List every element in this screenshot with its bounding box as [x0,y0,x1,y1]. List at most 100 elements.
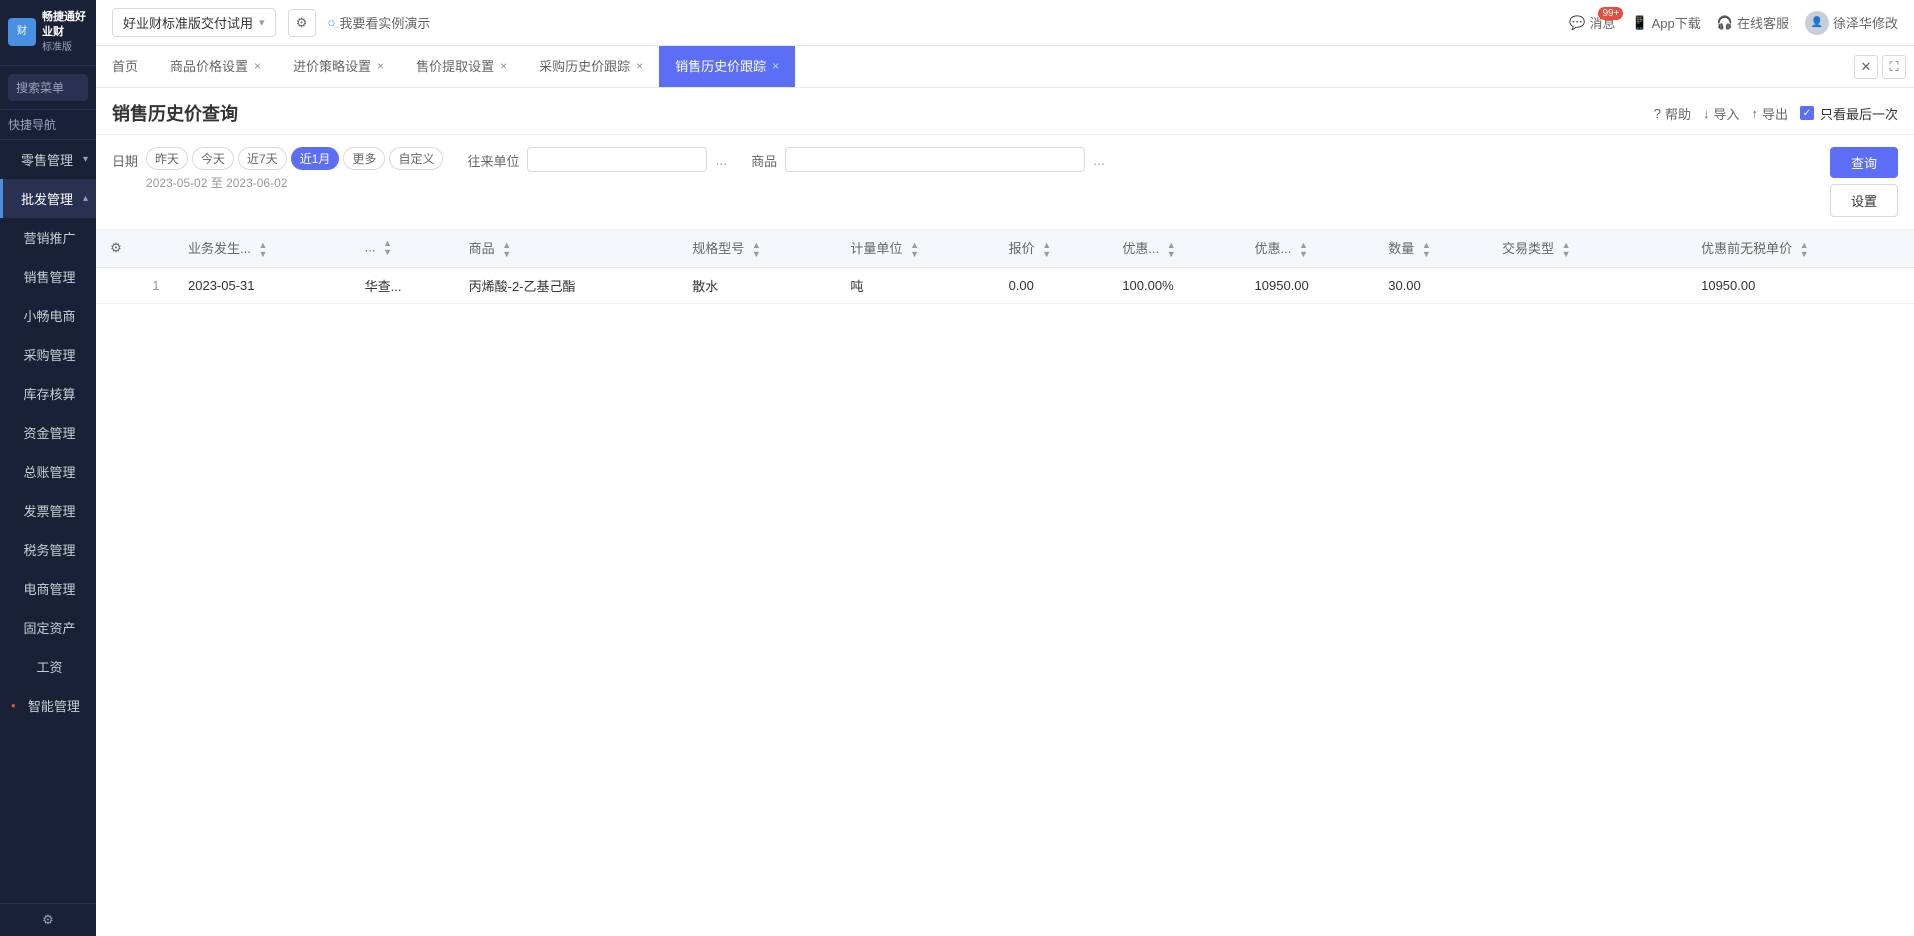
th-unit[interactable]: 计量单位 ▲▼ [838,230,996,267]
close-icon[interactable]: × [772,60,779,72]
sort-icon: ▲▼ [1299,241,1308,259]
th-discount-pct-label: 优惠... [1122,241,1159,256]
product-input-group: ... [785,147,1105,172]
online-service-button[interactable]: 🎧 在线客服 [1717,13,1789,32]
import-button[interactable]: ↓ 导入 [1703,104,1740,123]
date-last7-btn[interactable]: 近7天 [238,147,287,170]
date-last1month-btn[interactable]: 近1月 [291,147,340,170]
date-more-btn[interactable]: 更多 [343,147,385,170]
th-discount-val[interactable]: 优惠... ▲▼ [1243,230,1377,267]
tab-purchase-strategy[interactable]: 进价策略设置 × [277,46,400,87]
tab-sales-history[interactable]: 销售历史价跟踪 × [659,46,795,87]
close-icon[interactable]: × [500,60,507,72]
th-spec[interactable]: 规格型号 ▲▼ [680,230,838,267]
sidebar-item-inventory[interactable]: 库存核算 [0,374,96,413]
sort-icon: ▲▼ [502,241,511,259]
app-download-button[interactable]: 📱 App下载 [1631,13,1700,32]
topbar-gear-button[interactable]: ⚙ [288,9,316,37]
sidebar-item-ledger[interactable]: 总账管理 [0,452,96,491]
tab-home[interactable]: 首页 [96,46,154,87]
th-quantity[interactable]: 数量 ▲▼ [1376,230,1490,267]
query-button[interactable]: 查询 [1830,147,1898,178]
sidebar-item-sales[interactable]: 销售管理 [0,257,96,296]
th-pretax-price[interactable]: 优惠前无税单价 ▲▼ [1689,230,1914,267]
demo-button[interactable]: ○ 我要看实例演示 [328,13,431,32]
module-selector[interactable]: 好业财标准版交付试用 ▾ [112,8,276,37]
date-buttons: 昨天 今天 近7天 近1月 更多 自定义 [146,147,443,170]
only-last-label: 只看最后一次 [1820,104,1898,123]
tab-sales-history-label: 销售历史价跟踪 [675,56,766,75]
sidebar-item-salary[interactable]: 工资 [0,647,96,686]
sort-icon: ▲▼ [1562,241,1571,259]
table-container: ⚙ 业务发生... ▲▼ ... ▲▼ 商品 ▲▼ [96,230,1914,936]
th-spacer [1648,230,1689,267]
close-tab-button[interactable]: ✕ [1854,55,1878,79]
checkbox-icon: ✓ [1800,106,1814,120]
import-label: 导入 [1713,104,1739,123]
tabbar-controls: ✕ ⛶ [1846,55,1914,79]
th-discount-pct[interactable]: 优惠... ▲▼ [1110,230,1242,267]
help-label: 帮助 [1665,104,1691,123]
product-filter-group: 商品 ... [751,147,1105,172]
tab-price-settings[interactable]: 商品价格设置 × [154,46,277,87]
close-icon[interactable]: × [377,60,384,72]
quick-nav[interactable]: 快捷导航 [0,110,96,140]
tab-price-settings-label: 商品价格设置 [170,56,248,75]
sidebar-item-purchase[interactable]: 采购管理 [0,335,96,374]
sidebar-item-ecommerce[interactable]: 电商管理 [0,569,96,608]
date-custom-btn[interactable]: 自定义 [389,147,443,170]
product-input[interactable] [785,147,1085,172]
product-label: 商品 [751,151,777,170]
sidebar-search[interactable]: 搜索菜单 [0,66,96,110]
date-range-text: 2023-05-02 至 2023-06-02 [146,174,443,191]
th-discount-val-label: 优惠... [1255,241,1292,256]
message-icon: 💬 [1569,15,1585,31]
column-settings-icon[interactable]: ⚙ [110,240,122,255]
cell-pretax-price: 10950.00 [1689,267,1914,303]
sidebar-item-ecommerce-small[interactable]: 小畅电商 [0,296,96,335]
sidebar-item-invoice[interactable]: 发票管理 [0,491,96,530]
close-icon[interactable]: × [636,60,643,72]
topbar: 好业财标准版交付试用 ▾ ⚙ ○ 我要看实例演示 💬 消息 99+ 📱 App下… [96,0,1914,46]
sidebar-item-finance[interactable]: 资金管理 [0,413,96,452]
sidebar-item-assets[interactable]: 固定资产 [0,608,96,647]
source-unit-dots-button[interactable]: ... [715,152,727,168]
online-service-label: 在线客服 [1737,13,1789,32]
th-quantity-label: 数量 [1388,241,1414,256]
fullscreen-button[interactable]: ⛶ [1882,55,1906,79]
sidebar-settings-button[interactable]: ⚙ [0,903,96,936]
page-title: 销售历史价查询 [112,100,238,126]
th-trade-type[interactable]: 交易类型 ▲▼ [1490,230,1648,267]
cell-spacer [1648,267,1689,303]
search-menu-button[interactable]: 搜索菜单 [8,74,88,101]
demo-label: 我要看实例演示 [339,13,430,32]
help-button[interactable]: ? 帮助 [1654,104,1691,123]
th-more[interactable]: ... ▲▼ [353,230,457,267]
close-icon[interactable]: × [254,60,261,72]
product-dots-button[interactable]: ... [1093,152,1105,168]
tab-home-label: 首页 [112,56,138,75]
filter-area: 日期 昨天 今天 近7天 近1月 更多 自定义 2023-05-02 至 202… [96,135,1914,230]
table-row: 1 2023-05-31 华查... 丙烯酸-2-乙基己酯 散水 吨 0.00 … [96,267,1914,303]
tab-sale-extract[interactable]: 售价提取设置 × [400,46,523,87]
sidebar-item-smart[interactable]: 智能管理 [0,686,96,725]
sort-icon: ▲▼ [752,241,761,259]
set-button[interactable]: 设置 [1830,184,1898,217]
th-product[interactable]: 商品 ▲▼ [457,230,681,267]
source-unit-input[interactable] [527,147,707,172]
export-button[interactable]: ↑ 导出 [1751,104,1788,123]
only-last-checkbox[interactable]: ✓ 只看最后一次 [1800,104,1898,123]
tab-purchase-history[interactable]: 采购历史价跟踪 × [523,46,659,87]
sidebar-item-wholesale[interactable]: 批发管理 ▴ [0,179,96,218]
sidebar-item-marketing[interactable]: 营销推广 [0,218,96,257]
date-today-btn[interactable]: 今天 [192,147,234,170]
user-menu[interactable]: 👤 徐泽华修改 [1805,11,1898,35]
sidebar-item-retail[interactable]: 零售管理 ▾ [0,140,96,179]
cell-more: 华查... [353,267,457,303]
date-yesterday-btn[interactable]: 昨天 [146,147,188,170]
phone-icon: 📱 [1631,15,1647,31]
sidebar-item-tax[interactable]: 税务管理 [0,530,96,569]
th-biz-date[interactable]: 业务发生... ▲▼ [176,230,353,267]
message-button[interactable]: 💬 消息 99+ [1569,13,1615,32]
th-price[interactable]: 报价 ▲▼ [997,230,1111,267]
